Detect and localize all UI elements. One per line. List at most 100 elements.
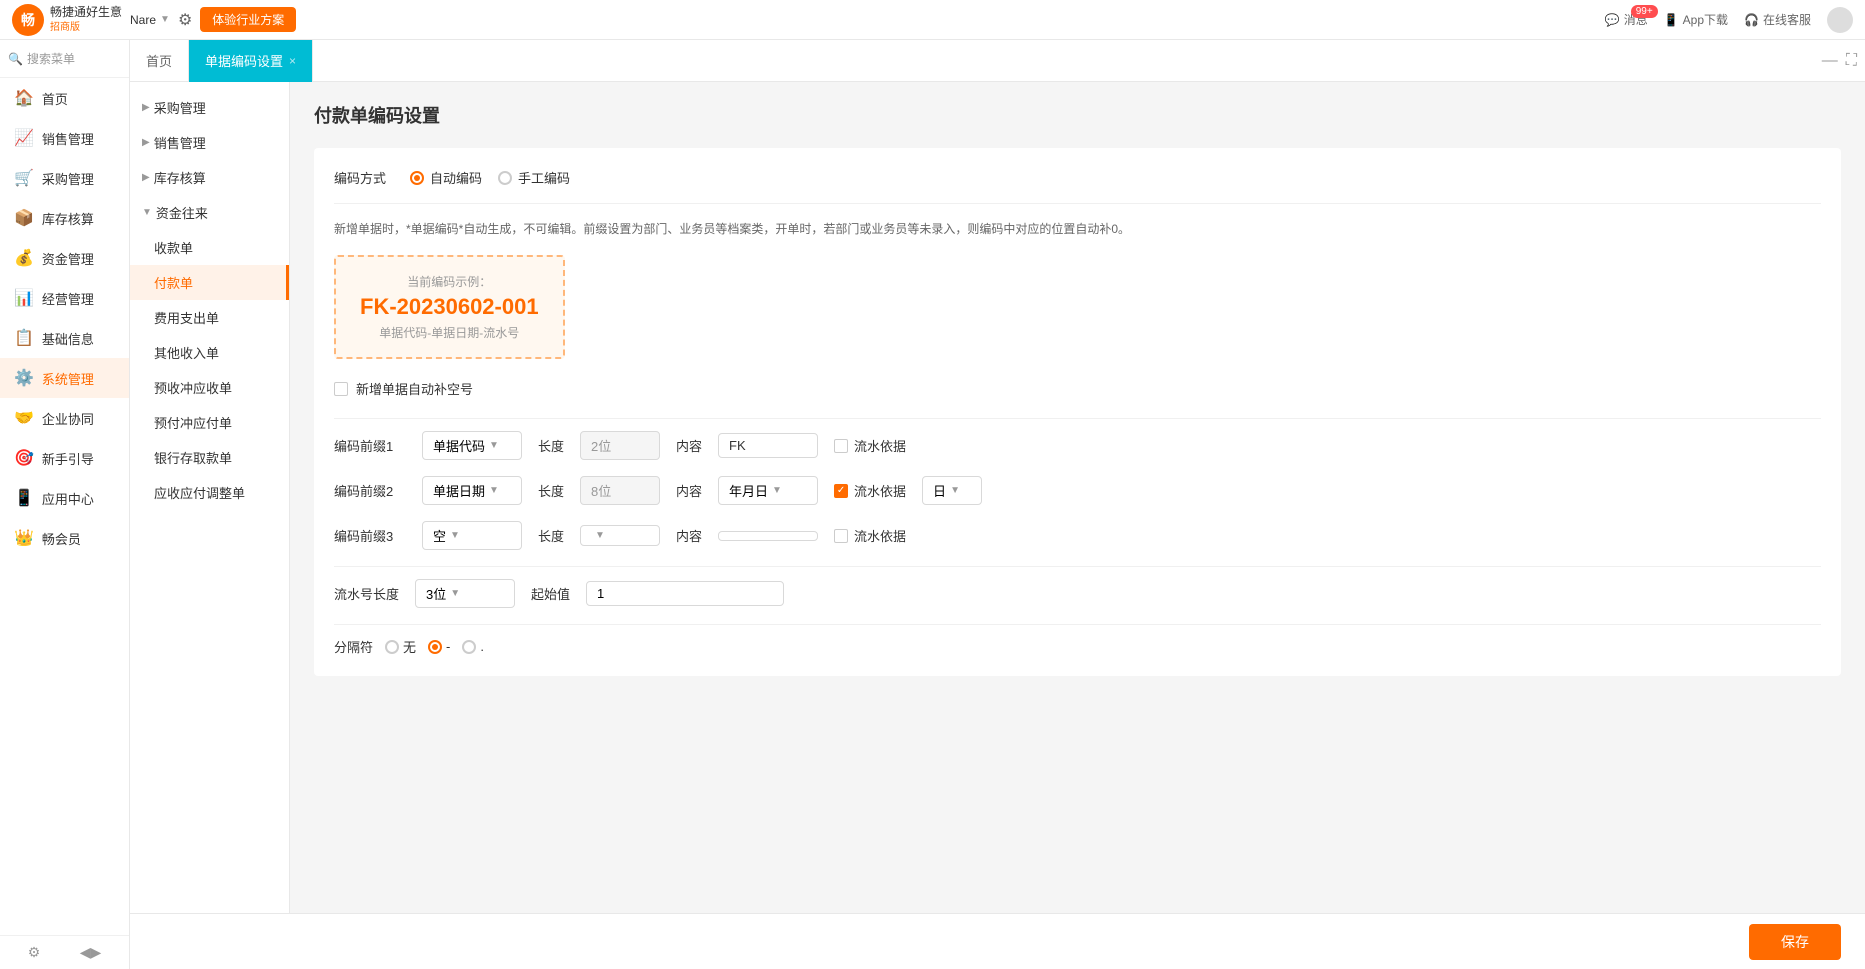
settings-gear-icon[interactable]: ⚙	[178, 10, 192, 30]
tab-bar-actions: — ⛶	[1822, 52, 1865, 70]
waterflow-check-3[interactable]: 流水依据	[834, 526, 906, 545]
sub-nav-item-bank[interactable]: 银行存取款单	[130, 440, 289, 475]
sidebar-collapse-btn[interactable]: ◀▶	[80, 944, 102, 961]
sub-nav-item-adjustment[interactable]: 应收应付调整单	[130, 475, 289, 510]
sidebar-item-app[interactable]: 📱 应用中心	[0, 478, 129, 518]
trial-button[interactable]: 体验行业方案	[200, 7, 296, 32]
purchase-icon: 🛒	[14, 168, 34, 188]
prefix-2-select[interactable]: 单据日期 ▼	[422, 476, 522, 505]
tab-close-btn[interactable]: ×	[289, 54, 296, 68]
sidebar-search[interactable]: 🔍 搜索菜单	[0, 40, 129, 78]
prefix-row-1: 编码前缀1 单据代码 ▼ 长度 2位 内容 FK	[334, 431, 1821, 460]
separator-row: 分隔符 无 - .	[334, 637, 1821, 656]
auto-encoding-radio[interactable]: 自动编码	[410, 168, 482, 187]
tab-home[interactable]: 首页	[130, 40, 189, 82]
online-service-item[interactable]: 🎧 在线客服	[1744, 11, 1811, 28]
tab-fullscreen-icon[interactable]: ⛶	[1846, 52, 1857, 70]
separator-label: 分隔符	[334, 637, 373, 656]
waterflow-checked-2[interactable]: ✓	[834, 484, 848, 498]
sub-nav-group-sales: ▶ 销售管理	[130, 125, 289, 160]
top-bar-right: 💬 消息 99+ 📱 App下载 🎧 在线客服	[1605, 7, 1853, 33]
company-dropdown[interactable]: Nare ▼	[130, 13, 170, 27]
encoding-method-radios: 自动编码 手工编码	[410, 168, 570, 187]
sidebar-item-system[interactable]: ⚙️ 系统管理	[0, 358, 129, 398]
waterflow-checkbox-3[interactable]	[834, 529, 848, 543]
content-area: 首页 单据编码设置 × — ⛶ ▶ 采购管理	[130, 40, 1865, 969]
prefix-1-select[interactable]: 单据代码 ▼	[422, 431, 522, 460]
sub-nav-item-receipt[interactable]: 收款单	[130, 230, 289, 265]
sidebar-item-operation[interactable]: 📊 经营管理	[0, 278, 129, 318]
app-download-item[interactable]: 📱 App下载	[1664, 11, 1728, 28]
sep-dot-radio[interactable]	[462, 640, 476, 654]
sidebar-item-member[interactable]: 👑 畅会员	[0, 518, 129, 558]
length-label-3: 长度	[538, 526, 564, 545]
sep-none-option[interactable]: 无	[385, 637, 416, 656]
sidebar-item-home[interactable]: 🏠 首页	[0, 78, 129, 118]
user-avatar[interactable]	[1827, 7, 1853, 33]
sub-nav-header-sales[interactable]: ▶ 销售管理	[130, 125, 289, 160]
sidebar-item-sales[interactable]: 📈 销售管理	[0, 118, 129, 158]
sidebar-nav: 🏠 首页 📈 销售管理 🛒 采购管理 📦 库存核算 💰 资金管理 📊 经	[0, 78, 129, 935]
divider-2	[334, 566, 1821, 567]
chevron-right-icon-2: ▶	[142, 137, 150, 148]
sep-dash-option[interactable]: -	[428, 639, 450, 654]
sub-nav-header-purchase[interactable]: ▶ 采购管理	[130, 90, 289, 125]
sep-dot-option[interactable]: .	[462, 639, 484, 654]
sidebar-item-guide[interactable]: 🎯 新手引导	[0, 438, 129, 478]
sep-none-radio[interactable]	[385, 640, 399, 654]
tab-bar: 首页 单据编码设置 × — ⛶	[130, 40, 1865, 82]
operation-icon: 📊	[14, 288, 34, 308]
waterflow-checkbox-1[interactable]	[834, 439, 848, 453]
prefix-3-select[interactable]: 空 ▼	[422, 521, 522, 550]
sub-nav-header-inventory[interactable]: ▶ 库存核算	[130, 160, 289, 195]
sidebar-item-purchase[interactable]: 🛒 采购管理	[0, 158, 129, 198]
content-label-3: 内容	[676, 526, 702, 545]
sub-nav-item-other-income[interactable]: 其他收入单	[130, 335, 289, 370]
brand-text: 畅捷通好生意 招商版	[50, 5, 122, 34]
manual-encoding-radio[interactable]: 手工编码	[498, 168, 570, 187]
prefix-row-2: 编码前缀2 单据日期 ▼ 长度 8位 内容 年月日 ▼	[334, 476, 1821, 505]
sub-nav-item-payment[interactable]: 付款单	[130, 265, 289, 300]
page-title: 付款单编码设置	[314, 102, 1841, 128]
preview-desc: 单据代码-单据日期-流水号	[360, 324, 539, 341]
chevron-icon-1: ▼	[489, 440, 499, 451]
chevron-icon-2b: ▼	[772, 485, 782, 496]
content-select-2[interactable]: 年月日 ▼	[718, 476, 818, 505]
manual-encoding-radio-circle	[498, 171, 512, 185]
bottom-bar: 保存	[130, 913, 1865, 969]
enterprise-icon: 🤝	[14, 408, 34, 428]
length-select-3[interactable]: ▼	[580, 525, 660, 546]
auto-fill-checkbox[interactable]	[334, 382, 348, 396]
length-field-1: 2位	[580, 431, 660, 460]
preview-label: 当前编码示例：	[360, 273, 539, 290]
sub-nav-item-prepay-receivable[interactable]: 预收冲应收单	[130, 370, 289, 405]
waterflow-period-select[interactable]: 日 ▼	[922, 476, 982, 505]
save-button[interactable]: 保存	[1749, 924, 1841, 960]
tab-encoding-settings[interactable]: 单据编码设置 ×	[189, 40, 313, 82]
system-icon: ⚙️	[14, 368, 34, 388]
sidebar-item-inventory[interactable]: 📦 库存核算	[0, 198, 129, 238]
sub-nav-group-purchase: ▶ 采购管理	[130, 90, 289, 125]
sep-dash-radio[interactable]	[428, 640, 442, 654]
guide-icon: 🎯	[14, 448, 34, 468]
sub-nav-item-prepay-payable[interactable]: 预付冲应付单	[130, 405, 289, 440]
start-value-label: 起始值	[531, 584, 570, 603]
waterflow-check-2[interactable]: ✓ 流水依据	[834, 481, 906, 500]
auto-fill-label: 新增单据自动补空号	[356, 379, 473, 398]
top-bar-left: 畅 畅捷通好生意 招商版 Nare ▼ ⚙ 体验行业方案	[12, 4, 296, 36]
tab-minimize-icon[interactable]: —	[1822, 52, 1838, 70]
sub-nav-item-expense[interactable]: 费用支出单	[130, 300, 289, 335]
sidebar-item-enterprise[interactable]: 🤝 企业协同	[0, 398, 129, 438]
sidebar-item-base[interactable]: 📋 基础信息	[0, 318, 129, 358]
prefix-3-label: 编码前缀3	[334, 526, 406, 545]
chevron-icon-3: ▼	[450, 530, 460, 541]
waterflow-check-1[interactable]: 流水依据	[834, 436, 906, 455]
auto-encoding-radio-circle	[410, 171, 424, 185]
start-value-input[interactable]	[586, 581, 784, 606]
sidebar-item-finance[interactable]: 💰 资金管理	[0, 238, 129, 278]
message-item[interactable]: 💬 消息 99+	[1605, 11, 1648, 28]
sidebar-settings-btn[interactable]: ⚙	[28, 944, 41, 961]
serial-length-select[interactable]: 3位 ▼	[415, 579, 515, 608]
sub-nav-header-finance[interactable]: ▼ 资金往来	[130, 195, 289, 230]
message-icon: 💬	[1605, 13, 1620, 27]
